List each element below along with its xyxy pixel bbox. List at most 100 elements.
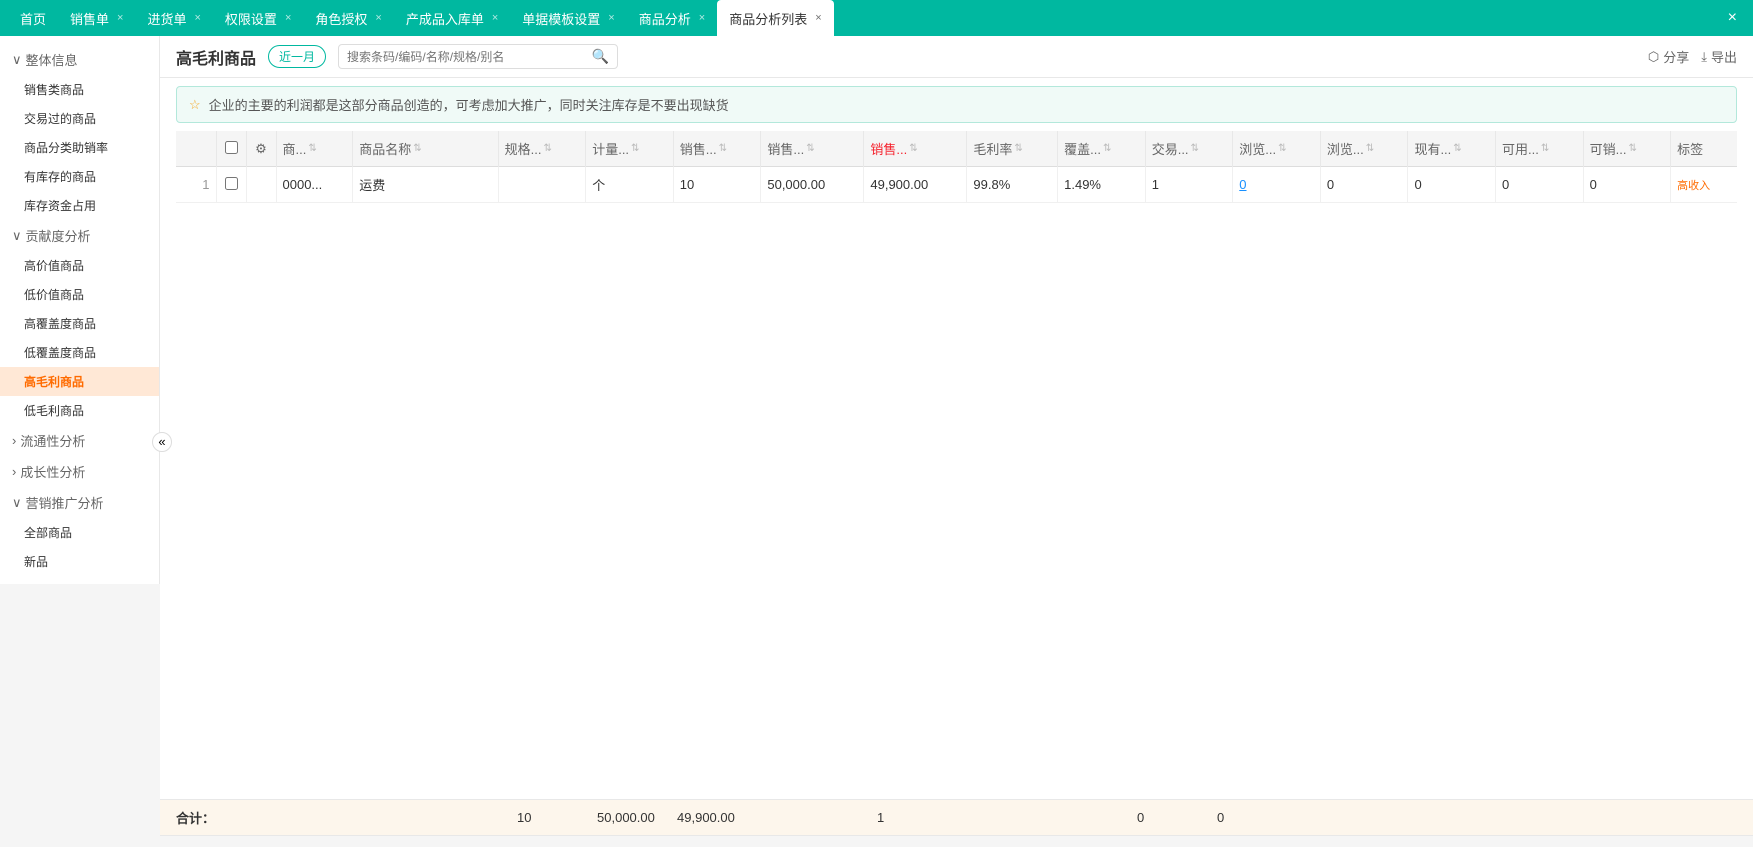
cell-transaction: 1: [1145, 167, 1233, 203]
nav-home[interactable]: 首页: [8, 0, 58, 36]
footer-profit-value: 49,900.00: [671, 810, 751, 825]
cell-coverage: 1.49%: [1058, 167, 1146, 203]
nav-role-auth[interactable]: 角色授权 ×: [303, 0, 393, 36]
select-all-checkbox[interactable]: [225, 141, 238, 154]
export-icon: ⤓: [1701, 49, 1707, 65]
sidebar-item-low-margin[interactable]: 低毛利商品: [0, 396, 159, 425]
sort-stock-icon[interactable]: ⇅: [1453, 143, 1461, 154]
sort-amount-icon[interactable]: ⇅: [806, 143, 814, 154]
col-name: 商品名称 ⇅: [353, 131, 498, 167]
search-input[interactable]: [347, 50, 586, 64]
sort-qty-icon[interactable]: ⇅: [719, 143, 727, 154]
footer-browse1-empty: [951, 810, 1011, 825]
nav-product-analysis-list[interactable]: 商品分析列表 ×: [717, 0, 833, 36]
footer-sales-qty: [231, 810, 511, 825]
export-button[interactable]: ⤓ 导出: [1701, 47, 1737, 66]
sort-saleable-icon[interactable]: ⇅: [1628, 143, 1636, 154]
sidebar-group-overall-items: 销售类商品 交易过的商品 商品分类助销率 有库存的商品 库存资金占用: [0, 75, 159, 220]
col-coverage: 覆盖... ⇅: [1058, 131, 1146, 167]
footer-qty-value: 10: [511, 810, 591, 825]
chevron-right-icon-2: ›: [12, 464, 16, 479]
footer-label: 合计：: [176, 808, 215, 827]
nav-product-instock[interactable]: 产成品入库单 ×: [394, 0, 510, 36]
cell-setting: [246, 167, 276, 203]
nav-close-product-instock[interactable]: ×: [492, 12, 498, 24]
sort-name-icon[interactable]: ⇅: [413, 143, 421, 154]
cell-current-stock: 0: [1408, 167, 1496, 203]
footer-amount-value: 50,000.00: [591, 810, 671, 825]
sort-unit-icon[interactable]: ⇅: [631, 143, 639, 154]
nav-permissions[interactable]: 权限设置 ×: [213, 0, 303, 36]
sidebar-group-overall[interactable]: ∨ 整体信息: [0, 44, 159, 75]
nav-template-settings[interactable]: 单据模板设置 ×: [510, 0, 626, 36]
header-actions: ⬡ 分享 ⤓ 导出: [1648, 47, 1737, 66]
settings-icon[interactable]: ⚙: [255, 141, 267, 156]
content-area: 高毛利商品 近一月 🔍 ⬡ 分享 ⤓ 导出 ☆ 企业的主要的利润都是这部分商品创…: [160, 36, 1753, 847]
chevron-right-icon: ›: [12, 433, 16, 448]
sidebar-collapse-button[interactable]: «: [152, 432, 172, 452]
sidebar-item-high-margin[interactable]: 高毛利商品: [0, 367, 159, 396]
sort-browse1-icon[interactable]: ⇅: [1278, 143, 1286, 154]
nav-product-analysis[interactable]: 商品分析 ×: [627, 0, 717, 36]
page-title: 高毛利商品: [176, 45, 256, 69]
info-icon: ☆: [189, 97, 201, 113]
sort-spec-icon[interactable]: ⇅: [543, 143, 551, 154]
sidebar: ∨ 整体信息 销售类商品 交易过的商品 商品分类助销率 有库存的商品 库存资金占…: [0, 36, 160, 584]
sidebar-item-low-coverage[interactable]: 低覆盖度商品: [0, 338, 159, 367]
footer-cells: 10 50,000.00 49,900.00 1 0 0: [231, 810, 1737, 825]
cell-spec: [498, 167, 586, 203]
cell-available: 0: [1496, 167, 1584, 203]
cell-sales-qty: 10: [673, 167, 761, 203]
sidebar-group-contribution[interactable]: ∨ 贡献度分析: [0, 220, 159, 251]
nav-purchase-order[interactable]: 进货单 ×: [135, 0, 212, 36]
sidebar-group-marketing[interactable]: ∨ 营销推广分析: [0, 487, 159, 518]
window-close-button[interactable]: ×: [1720, 9, 1745, 27]
col-sales-amount: 销售... ⇅: [761, 131, 864, 167]
sort-available-icon[interactable]: ⇅: [1541, 143, 1549, 154]
sidebar-item-traded-goods[interactable]: 交易过的商品: [0, 104, 159, 133]
browse1-link[interactable]: 0: [1239, 177, 1246, 192]
col-setting[interactable]: ⚙: [246, 131, 276, 167]
footer-stock-empty: [1071, 810, 1131, 825]
sidebar-item-low-value[interactable]: 低价值商品: [0, 280, 159, 309]
sort-code-icon[interactable]: ⇅: [308, 143, 316, 154]
search-icon[interactable]: 🔍: [592, 48, 609, 65]
sort-gross-icon[interactable]: ⇅: [1014, 143, 1022, 154]
nav-close-product-analysis[interactable]: ×: [699, 12, 705, 24]
cell-sales-profit: 49,900.00: [864, 167, 967, 203]
sidebar-group-growth[interactable]: › 成长性分析: [0, 456, 159, 487]
row-checkbox[interactable]: [225, 177, 238, 190]
nav-close-sales[interactable]: ×: [117, 12, 123, 24]
sort-transaction-icon[interactable]: ⇅: [1191, 143, 1199, 154]
sort-coverage-icon[interactable]: ⇅: [1103, 143, 1111, 154]
sort-browse2-icon[interactable]: ⇅: [1366, 143, 1374, 154]
sidebar-item-high-value[interactable]: 高价值商品: [0, 251, 159, 280]
cell-sales-amount: 50,000.00: [761, 167, 864, 203]
sidebar-item-sales-goods[interactable]: 销售类商品: [0, 75, 159, 104]
sidebar-item-all-goods[interactable]: 全部商品: [0, 518, 159, 547]
tag-badge: 高收入: [1677, 180, 1710, 192]
nav-close-role-auth[interactable]: ×: [375, 12, 381, 24]
nav-close-product-analysis-list[interactable]: ×: [815, 12, 821, 24]
sort-profit-icon[interactable]: ⇅: [909, 143, 917, 154]
col-saleable: 可销... ⇅: [1583, 131, 1671, 167]
col-gross-rate: 毛利率 ⇅: [967, 131, 1058, 167]
sidebar-group-liquidity[interactable]: › 流通性分析: [0, 425, 159, 456]
table-row: 1 0000... 运费 个 10 50,000.00 49,900.00 99…: [176, 167, 1737, 203]
nav-close-template[interactable]: ×: [608, 12, 614, 24]
horizontal-scrollbar[interactable]: [160, 835, 1753, 847]
sidebar-item-stock-goods[interactable]: 有库存的商品: [0, 162, 159, 191]
nav-sales-order[interactable]: 销售单 ×: [58, 0, 135, 36]
col-tag: 标签: [1671, 131, 1737, 167]
share-icon: ⬡: [1648, 49, 1659, 65]
sidebar-item-stock-capital[interactable]: 库存资金占用: [0, 191, 159, 220]
sidebar-item-high-coverage[interactable]: 高覆盖度商品: [0, 309, 159, 338]
nav-close-purchase[interactable]: ×: [194, 12, 200, 24]
sidebar-item-category-rate[interactable]: 商品分类助销率: [0, 133, 159, 162]
share-button[interactable]: ⬡ 分享: [1648, 47, 1689, 66]
cell-index: 1: [176, 167, 216, 203]
nav-close-permissions[interactable]: ×: [285, 12, 291, 24]
sidebar-item-new-goods[interactable]: 新品: [0, 547, 159, 576]
period-button[interactable]: 近一月: [268, 45, 326, 68]
top-navigation: 首页 销售单 × 进货单 × 权限设置 × 角色授权 × 产成品入库单 × 单据…: [0, 0, 1753, 36]
